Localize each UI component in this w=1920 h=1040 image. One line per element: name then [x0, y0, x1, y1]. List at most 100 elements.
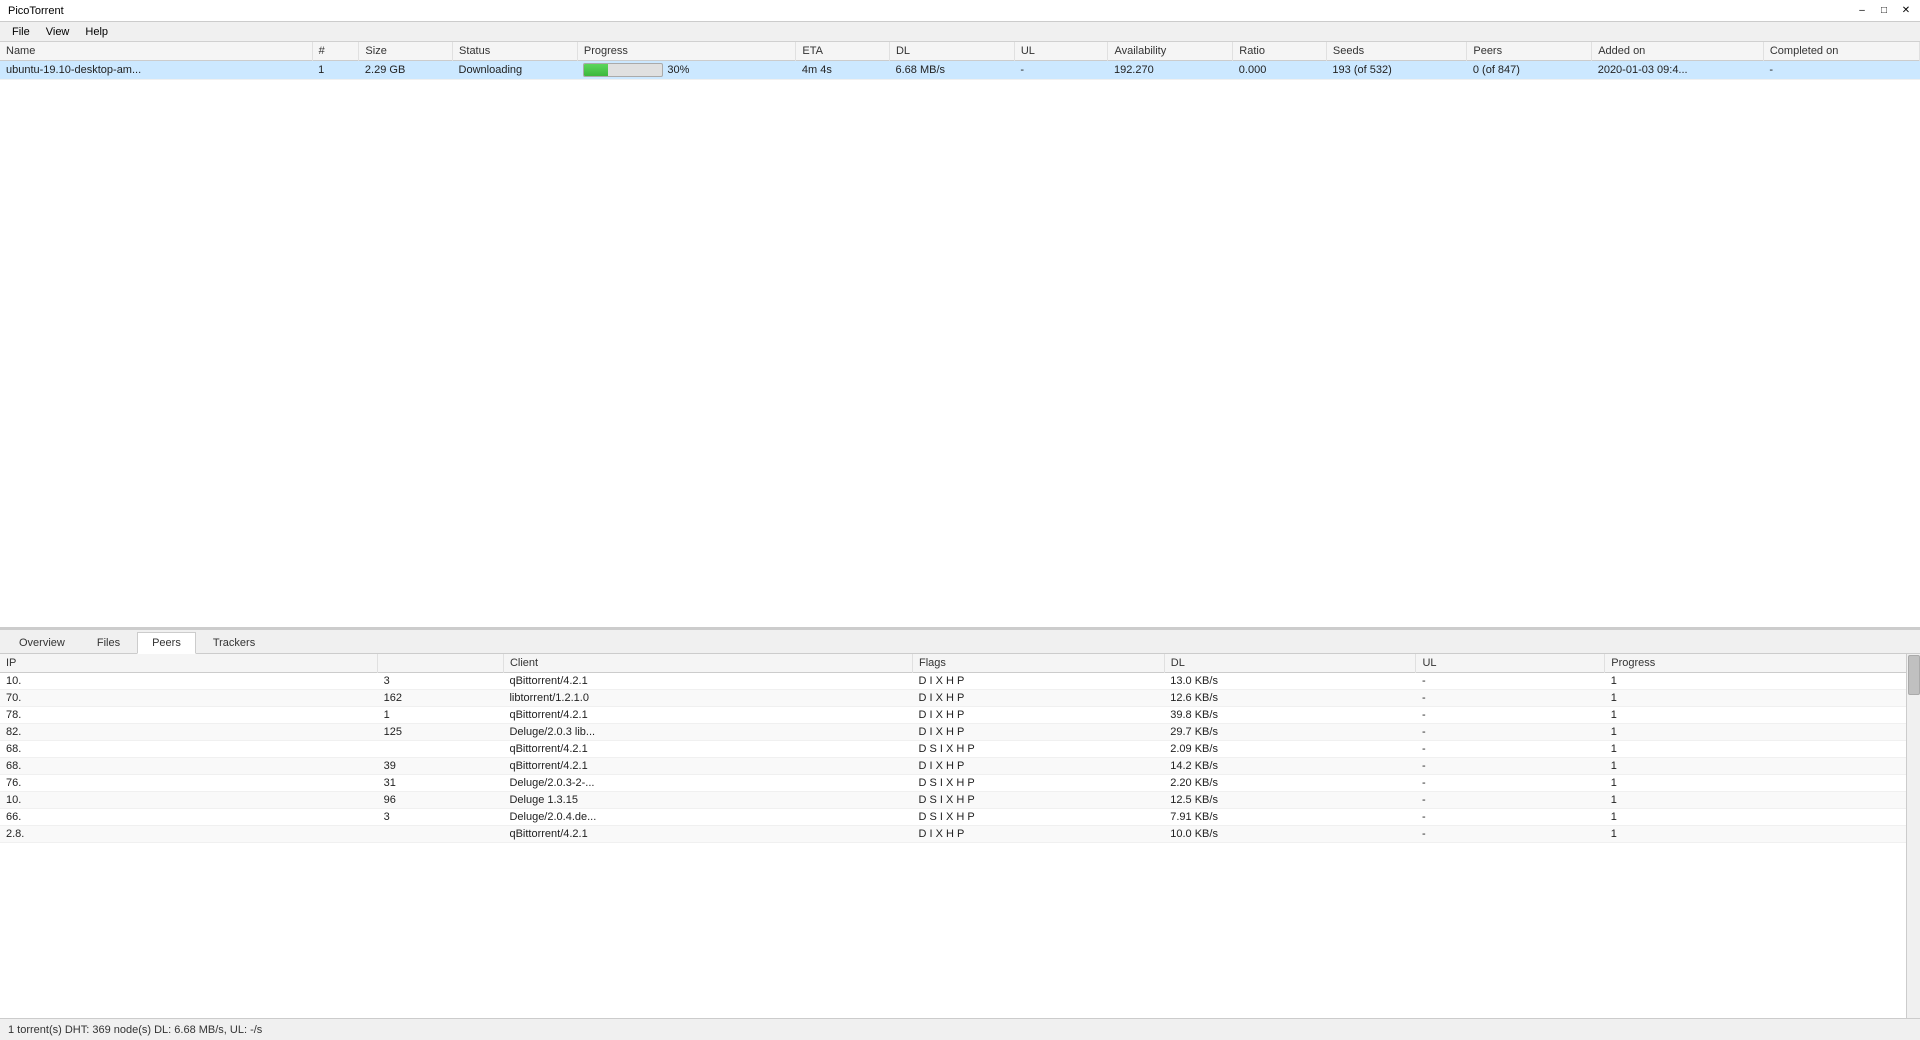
- torrent-cell-name: ubuntu-19.10-desktop-am...: [0, 61, 312, 80]
- torrent-table-container[interactable]: Name # Size Status Progress ETA DL UL Av…: [0, 42, 1920, 628]
- peer-row[interactable]: 10.96Deluge 1.3.15D S I X H P12.5 KB/s-1: [0, 792, 1920, 809]
- peer-cell-hash: 39: [378, 758, 504, 775]
- col-header-progress[interactable]: Progress: [577, 42, 795, 61]
- peer-cell-ip: 2.8.: [0, 826, 378, 843]
- peer-cell-client: qBittorrent/4.2.1: [503, 741, 912, 758]
- peer-cell-ip: 70.: [0, 690, 378, 707]
- col-header-hash[interactable]: #: [312, 42, 359, 61]
- peer-row[interactable]: 76.31Deluge/2.0.3-2-...D S I X H P2.20 K…: [0, 775, 1920, 792]
- col-header-size[interactable]: Size: [359, 42, 453, 61]
- menu-item-view[interactable]: View: [38, 24, 78, 40]
- peer-cell-ul: -: [1416, 792, 1605, 809]
- close-button[interactable]: ✕: [1896, 3, 1916, 19]
- peer-cell-dl: 39.8 KB/s: [1164, 707, 1416, 724]
- peer-cell-dl: 29.7 KB/s: [1164, 724, 1416, 741]
- peer-cell-ul: -: [1416, 690, 1605, 707]
- peer-cell-hash: 96: [378, 792, 504, 809]
- peer-row[interactable]: 70.162libtorrent/1.2.1.0D I X H P12.6 KB…: [0, 690, 1920, 707]
- peer-cell-ul: -: [1416, 707, 1605, 724]
- peer-cell-dl: 12.5 KB/s: [1164, 792, 1416, 809]
- col-header-status[interactable]: Status: [453, 42, 578, 61]
- peer-cell-ip: 82.: [0, 724, 378, 741]
- peer-cell-dl: 13.0 KB/s: [1164, 673, 1416, 690]
- peer-row[interactable]: 66.3Deluge/2.0.4.de...D S I X H P7.91 KB…: [0, 809, 1920, 826]
- peer-cell-ip: 68.: [0, 741, 378, 758]
- pcol-header-ul[interactable]: UL: [1416, 654, 1605, 673]
- peer-cell-flags: D S I X H P: [913, 809, 1165, 826]
- peer-row[interactable]: 2.8.qBittorrent/4.2.1D I X H P10.0 KB/s-…: [0, 826, 1920, 843]
- menu-item-file[interactable]: File: [4, 24, 38, 40]
- peer-cell-hash: 3: [378, 809, 504, 826]
- peer-cell-dl: 10.0 KB/s: [1164, 826, 1416, 843]
- pcol-header-hash[interactable]: [378, 654, 504, 673]
- status-bar: 1 torrent(s) DHT: 369 node(s) DL: 6.68 M…: [0, 1018, 1920, 1040]
- peers-scrollbar[interactable]: [1906, 654, 1920, 1018]
- col-header-name[interactable]: Name: [0, 42, 312, 61]
- peer-cell-ip: 78.: [0, 707, 378, 724]
- pcol-header-progress[interactable]: Progress: [1605, 654, 1920, 673]
- torrent-cell-avail: 192.270: [1108, 61, 1233, 80]
- pcol-header-flags[interactable]: Flags: [913, 654, 1165, 673]
- maximize-button[interactable]: □: [1874, 3, 1894, 19]
- peer-cell-client: Deluge/2.0.3-2-...: [503, 775, 912, 792]
- peer-cell-progress: 1: [1605, 775, 1920, 792]
- peer-cell-ul: -: [1416, 809, 1605, 826]
- scrollbar-thumb: [1908, 655, 1920, 695]
- peer-cell-ip: 10.: [0, 673, 378, 690]
- peer-row[interactable]: 10.3qBittorrent/4.2.1D I X H P13.0 KB/s-…: [0, 673, 1920, 690]
- minimize-button[interactable]: –: [1852, 3, 1872, 19]
- col-header-dl[interactable]: DL: [889, 42, 1014, 61]
- peer-cell-client: Deluge 1.3.15: [503, 792, 912, 809]
- peer-cell-flags: D I X H P: [913, 826, 1165, 843]
- peer-cell-progress: 1: [1605, 792, 1920, 809]
- torrent-cell-size: 2.29 GB: [359, 61, 453, 80]
- tab-trackers[interactable]: Trackers: [198, 632, 270, 653]
- torrent-cell-status: Downloading: [453, 61, 578, 80]
- peer-cell-dl: 12.6 KB/s: [1164, 690, 1416, 707]
- col-header-seeds[interactable]: Seeds: [1326, 42, 1466, 61]
- pcol-header-dl[interactable]: DL: [1164, 654, 1416, 673]
- peer-cell-progress: 1: [1605, 758, 1920, 775]
- peer-row[interactable]: 82.125Deluge/2.0.3 lib...D I X H P29.7 K…: [0, 724, 1920, 741]
- col-header-eta[interactable]: ETA: [796, 42, 890, 61]
- peer-cell-hash: 1: [378, 707, 504, 724]
- peer-cell-client: qBittorrent/4.2.1: [503, 673, 912, 690]
- peer-cell-ip: 68.: [0, 758, 378, 775]
- peer-cell-client: Deluge/2.0.3 lib...: [503, 724, 912, 741]
- col-header-added[interactable]: Added on: [1592, 42, 1764, 61]
- pcol-header-client[interactable]: Client: [503, 654, 912, 673]
- peer-cell-ul: -: [1416, 775, 1605, 792]
- col-header-completed[interactable]: Completed on: [1763, 42, 1919, 61]
- peer-cell-flags: D I X H P: [913, 724, 1165, 741]
- torrent-cell-added: 2020-01-03 09:4...: [1592, 61, 1764, 80]
- col-header-ul[interactable]: UL: [1014, 42, 1108, 61]
- peer-cell-progress: 1: [1605, 707, 1920, 724]
- torrent-cell-dl: 6.68 MB/s: [889, 61, 1014, 80]
- peer-cell-hash: [378, 826, 504, 843]
- peer-cell-ip: 76.: [0, 775, 378, 792]
- peer-cell-flags: D I X H P: [913, 673, 1165, 690]
- peers-table-container[interactable]: IP Client Flags DL UL Progress 10.3qBitt…: [0, 654, 1920, 1018]
- peer-cell-progress: 1: [1605, 826, 1920, 843]
- torrent-cell-seeds: 193 (of 532): [1326, 61, 1466, 80]
- col-header-peers[interactable]: Peers: [1467, 42, 1592, 61]
- peer-cell-client: qBittorrent/4.2.1: [503, 826, 912, 843]
- col-header-ratio[interactable]: Ratio: [1233, 42, 1327, 61]
- peer-row[interactable]: 78.1qBittorrent/4.2.1D I X H P39.8 KB/s-…: [0, 707, 1920, 724]
- peer-row[interactable]: 68.39qBittorrent/4.2.1D I X H P14.2 KB/s…: [0, 758, 1920, 775]
- peer-row[interactable]: 68.qBittorrent/4.2.1D S I X H P2.09 KB/s…: [0, 741, 1920, 758]
- peer-cell-flags: D I X H P: [913, 758, 1165, 775]
- peer-cell-ul: -: [1416, 724, 1605, 741]
- window-controls: – □ ✕: [1852, 3, 1916, 19]
- torrent-cell-hash: 1: [312, 61, 359, 80]
- torrent-row[interactable]: ubuntu-19.10-desktop-am...12.29 GBDownlo…: [0, 61, 1920, 80]
- pcol-header-ip[interactable]: IP: [0, 654, 378, 673]
- tab-overview[interactable]: Overview: [4, 632, 80, 653]
- peer-cell-progress: 1: [1605, 690, 1920, 707]
- tab-files[interactable]: Files: [82, 632, 135, 653]
- menu-item-help[interactable]: Help: [77, 24, 116, 40]
- tab-peers[interactable]: Peers: [137, 632, 196, 654]
- peer-cell-flags: D S I X H P: [913, 792, 1165, 809]
- torrent-cell-ratio: 0.000: [1233, 61, 1327, 80]
- col-header-availability[interactable]: Availability: [1108, 42, 1233, 61]
